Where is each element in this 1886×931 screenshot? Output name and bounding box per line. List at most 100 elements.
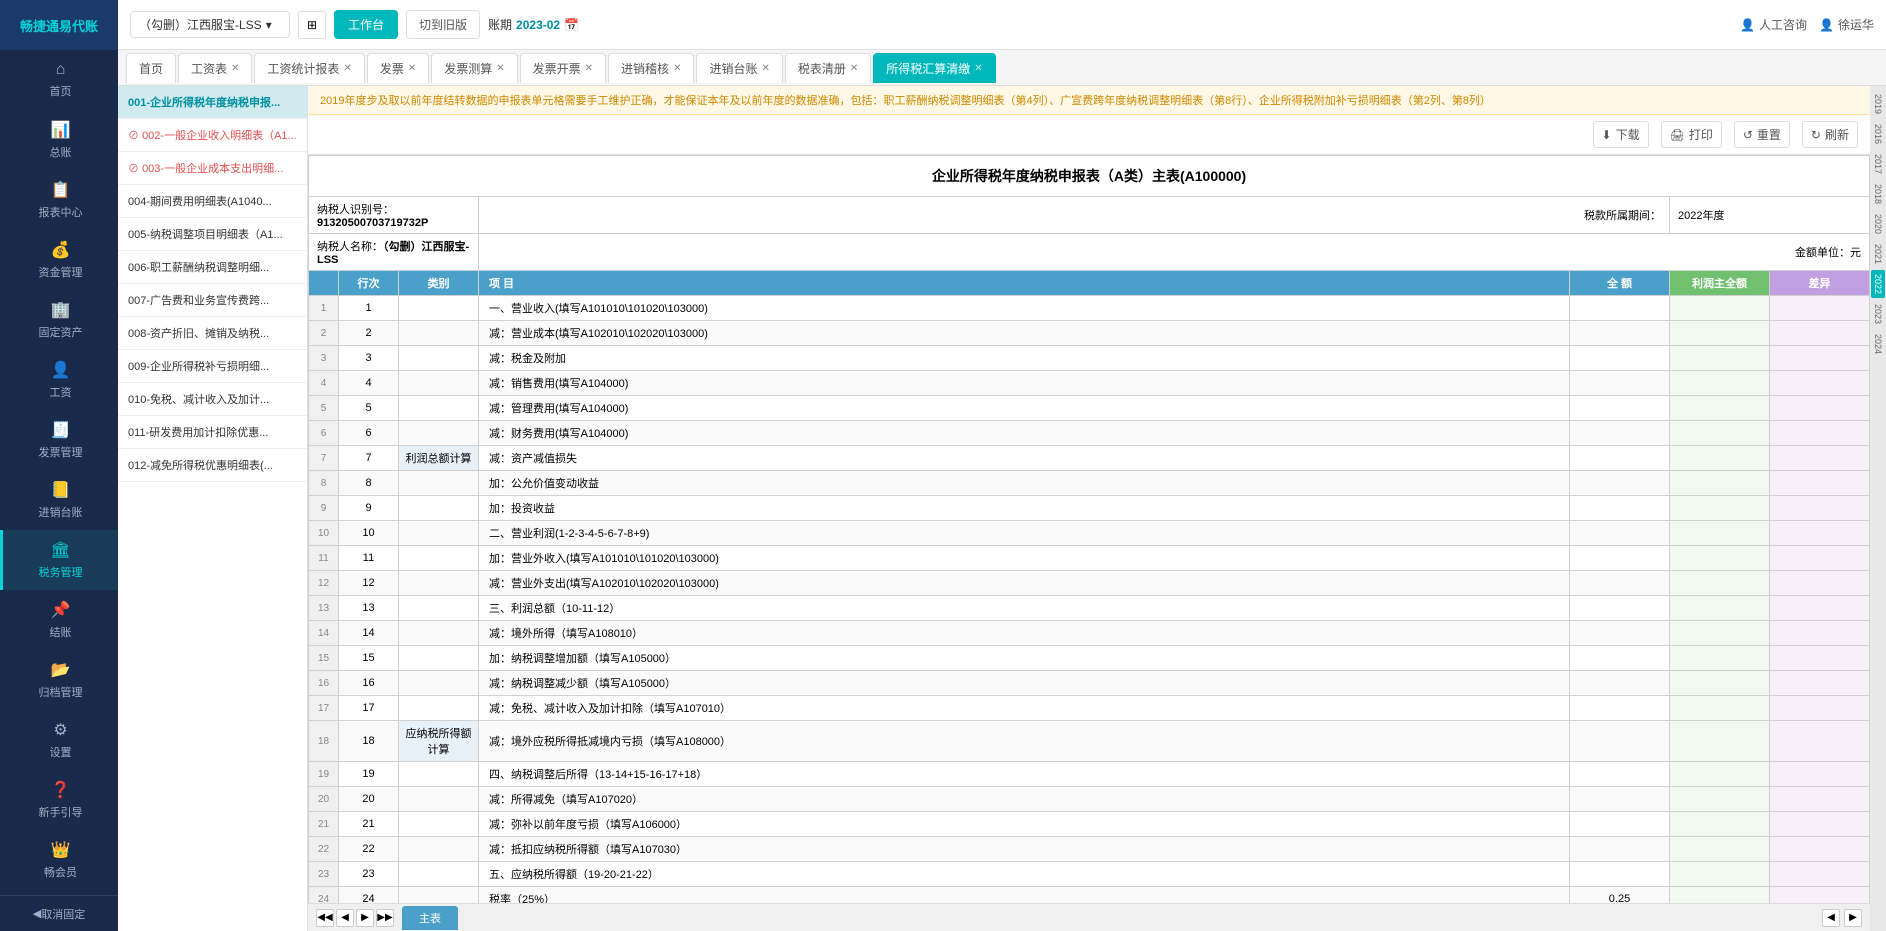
sidebar-item-归档管理[interactable]: 📂归档管理 — [0, 650, 118, 710]
tab-9[interactable]: 所得税汇算清缴✕ — [873, 53, 995, 83]
left-panel-item-012[interactable]: 012-减免所得税优惠明细表(... — [118, 449, 307, 482]
scroll-left-arrow[interactable]: ◀ — [1822, 909, 1840, 927]
sidebar-item-新手引导[interactable]: ❓新手引导 — [0, 770, 118, 830]
year-tag-2019[interactable]: 2019 — [1871, 90, 1885, 118]
nav-last-arrow[interactable]: ▶▶ — [376, 909, 394, 927]
top-bar-right: 👤 人工咨询 👤 徐运华 — [1740, 16, 1874, 33]
print-icon: 🖨 — [1670, 128, 1685, 142]
user-icon: 👤 — [1819, 18, 1834, 32]
sidebar-item-畅会员[interactable]: 👑畅会员 — [0, 830, 118, 890]
left-panel-item-003[interactable]: ⊘ 003-一般企业成本支出明细... — [118, 152, 307, 185]
sidebar-item-报表中心[interactable]: 📋报表中心 — [0, 170, 118, 230]
tab-close-7[interactable]: ✕ — [761, 63, 769, 74]
main-content: （勾删）江西服宝-LSS ▾ ⊞ 工作台 切到旧版 账期 2023-02 📅 👤… — [118, 0, 1886, 931]
tab-close-6[interactable]: ✕ — [673, 63, 681, 74]
table-container: 企业所得税年度纳税申报表（A类）主表(A100000) 纳税人识别号：91320… — [308, 155, 1870, 903]
toolbar: ⬇ 下载 🖨 打印 ↺ 重置 ↻ 刷新 — [308, 115, 1870, 155]
left-panel-item-009[interactable]: 009-企业所得税补亏损明细... — [118, 350, 307, 383]
tab-close-5[interactable]: ✕ — [585, 63, 593, 74]
sidebar-icon-3: 💰 — [51, 240, 71, 260]
year-tag-2022[interactable]: 2022 — [1871, 270, 1885, 298]
ai-consult[interactable]: 👤 人工咨询 — [1740, 16, 1807, 33]
left-panel-item-001[interactable]: 001-企业所得税年度纳税申报... — [118, 86, 307, 119]
sidebar-item-首页[interactable]: ⌂首页 — [0, 50, 118, 110]
tab-close-3[interactable]: ✕ — [408, 63, 416, 74]
left-panel-item-007[interactable]: 007-广告费和业务宣传费跨... — [118, 284, 307, 317]
year-tag-2021[interactable]: 2021 — [1871, 240, 1885, 268]
calendar-icon[interactable]: 📅 — [564, 18, 579, 32]
year-tag-2018[interactable]: 2018 — [1871, 180, 1885, 208]
tab-7[interactable]: 进销台账✕ — [696, 53, 782, 83]
table-row: 5 5减：管理费用(填写A104000) — [309, 396, 1870, 421]
left-panel-item-005[interactable]: 005-纳税调整项目明细表（A1... — [118, 218, 307, 251]
sidebar-icon-12: ❓ — [51, 780, 71, 800]
year-tag-2023[interactable]: 2023 — [1871, 300, 1885, 328]
print-button[interactable]: 🖨 打印 — [1661, 121, 1722, 148]
bottom-tab-main[interactable]: 主表 — [402, 906, 458, 930]
sidebar-item-设置[interactable]: ⚙设置 — [0, 710, 118, 770]
sidebar-item-资金管理[interactable]: 💰资金管理 — [0, 230, 118, 290]
tab-3[interactable]: 发票✕ — [367, 53, 429, 83]
year-panel: 2019 2016 2017 2018 2020 2021 2022 2023 2024 — [1870, 86, 1886, 931]
user-profile[interactable]: 👤 徐运华 — [1819, 16, 1874, 33]
tab-close-1[interactable]: ✕ — [231, 63, 239, 74]
table-row: 14 14减：境外所得（填写A108010） — [309, 621, 1870, 646]
app-logo: 畅捷通易代账 — [0, 0, 118, 50]
scroll-right-arrow[interactable]: ▶ — [1844, 909, 1862, 927]
tab-close-2[interactable]: ✕ — [343, 63, 351, 74]
tab-close-9[interactable]: ✕ — [974, 63, 982, 74]
refresh-button[interactable]: ↻ 刷新 — [1802, 121, 1858, 148]
tab-1[interactable]: 工资表✕ — [178, 53, 252, 83]
tab-6[interactable]: 进销稽核✕ — [608, 53, 694, 83]
left-panel-item-002[interactable]: ⊘ 002-一般企业收入明细表（A1... — [118, 119, 307, 152]
table-row: 24 24税率（25%） 0.25 — [309, 887, 1870, 904]
tab-bar: 首页工资表✕工资统计报表✕发票✕发票测算✕发票开票✕进销稽核✕进销台账✕税表清册… — [118, 50, 1886, 86]
company-name: （勾删）江西服宝-LSS — [139, 16, 262, 33]
left-panel-item-004[interactable]: 004-期间费用明细表(A1040... — [118, 185, 307, 218]
sidebar-item-发票管理[interactable]: 🧾发票管理 — [0, 410, 118, 470]
download-icon: ⬇ — [1602, 128, 1612, 142]
tab-5[interactable]: 发票开票✕ — [520, 53, 606, 83]
left-panel-item-008[interactable]: 008-资产折旧、摊销及纳税... — [118, 317, 307, 350]
sidebar-item-税务管理[interactable]: 🏛税务管理 — [0, 530, 118, 590]
tab-close-8[interactable]: ✕ — [850, 63, 858, 74]
sidebar-bottom-pin[interactable]: ◀ 取消固定 — [0, 895, 118, 931]
sidebar-item-固定资产[interactable]: 🏢固定资产 — [0, 290, 118, 350]
table-row: 9 9加：投资收益 — [309, 496, 1870, 521]
year-tag-2016[interactable]: 2016 — [1871, 120, 1885, 148]
tab-8[interactable]: 税表清册✕ — [785, 53, 871, 83]
tab-4[interactable]: 发票测算✕ — [431, 53, 517, 83]
nav-next-arrow[interactable]: ▶ — [356, 909, 374, 927]
workbench-button[interactable]: 工作台 — [334, 10, 398, 39]
download-button[interactable]: ⬇ 下载 — [1593, 121, 1649, 148]
history-button[interactable]: 切到旧版 — [406, 10, 480, 39]
nav-prev-arrow[interactable]: ◀ — [336, 909, 354, 927]
company-settings-icon[interactable]: ⊞ — [298, 11, 326, 39]
company-selector[interactable]: （勾删）江西服宝-LSS ▾ — [130, 11, 290, 38]
table-header-row: 行次 类别 项 目 全 额 利润主全额 差异 — [309, 271, 1870, 296]
year-tag-2017[interactable]: 2017 — [1871, 150, 1885, 178]
table-row: 4 4减：销售费用(填写A104000) — [309, 371, 1870, 396]
tab-0[interactable]: 首页 — [126, 53, 176, 83]
sidebar-icon-2: 📋 — [51, 180, 71, 200]
year-tag-2020[interactable]: 2020 — [1871, 210, 1885, 238]
left-panel-item-011[interactable]: 011-研发费用加计扣除优惠... — [118, 416, 307, 449]
reset-button[interactable]: ↺ 重置 — [1734, 121, 1790, 148]
sidebar-icon-0: ⌂ — [56, 61, 66, 79]
tab-close-4[interactable]: ✕ — [496, 63, 504, 74]
table-row: 21 21减：弥补以前年度亏损（填写A106000） — [309, 812, 1870, 837]
year-tag-2024[interactable]: 2024 — [1871, 330, 1885, 358]
sidebar-item-进销台账[interactable]: 📒进销台账 — [0, 470, 118, 530]
nav-first-arrow[interactable]: ◀◀ — [316, 909, 334, 927]
sidebar-icon-9: 📌 — [51, 600, 71, 620]
tab-2[interactable]: 工资统计报表✕ — [254, 53, 364, 83]
sidebar-item-总账[interactable]: 📊总账 — [0, 110, 118, 170]
sidebar-icon-4: 🏢 — [51, 300, 71, 320]
top-bar: （勾删）江西服宝-LSS ▾ ⊞ 工作台 切到旧版 账期 2023-02 📅 👤… — [118, 0, 1886, 50]
sidebar-item-工资[interactable]: 👤工资 — [0, 350, 118, 410]
sidebar-item-结账[interactable]: 📌结账 — [0, 590, 118, 650]
left-panel-item-006[interactable]: 006-职工薪酬纳税调整明细... — [118, 251, 307, 284]
table-row: 20 20减：所得减免（填写A107020） — [309, 787, 1870, 812]
left-panel-item-010[interactable]: 010-免税、减计收入及加计... — [118, 383, 307, 416]
sidebar-icon-11: ⚙ — [53, 720, 67, 740]
